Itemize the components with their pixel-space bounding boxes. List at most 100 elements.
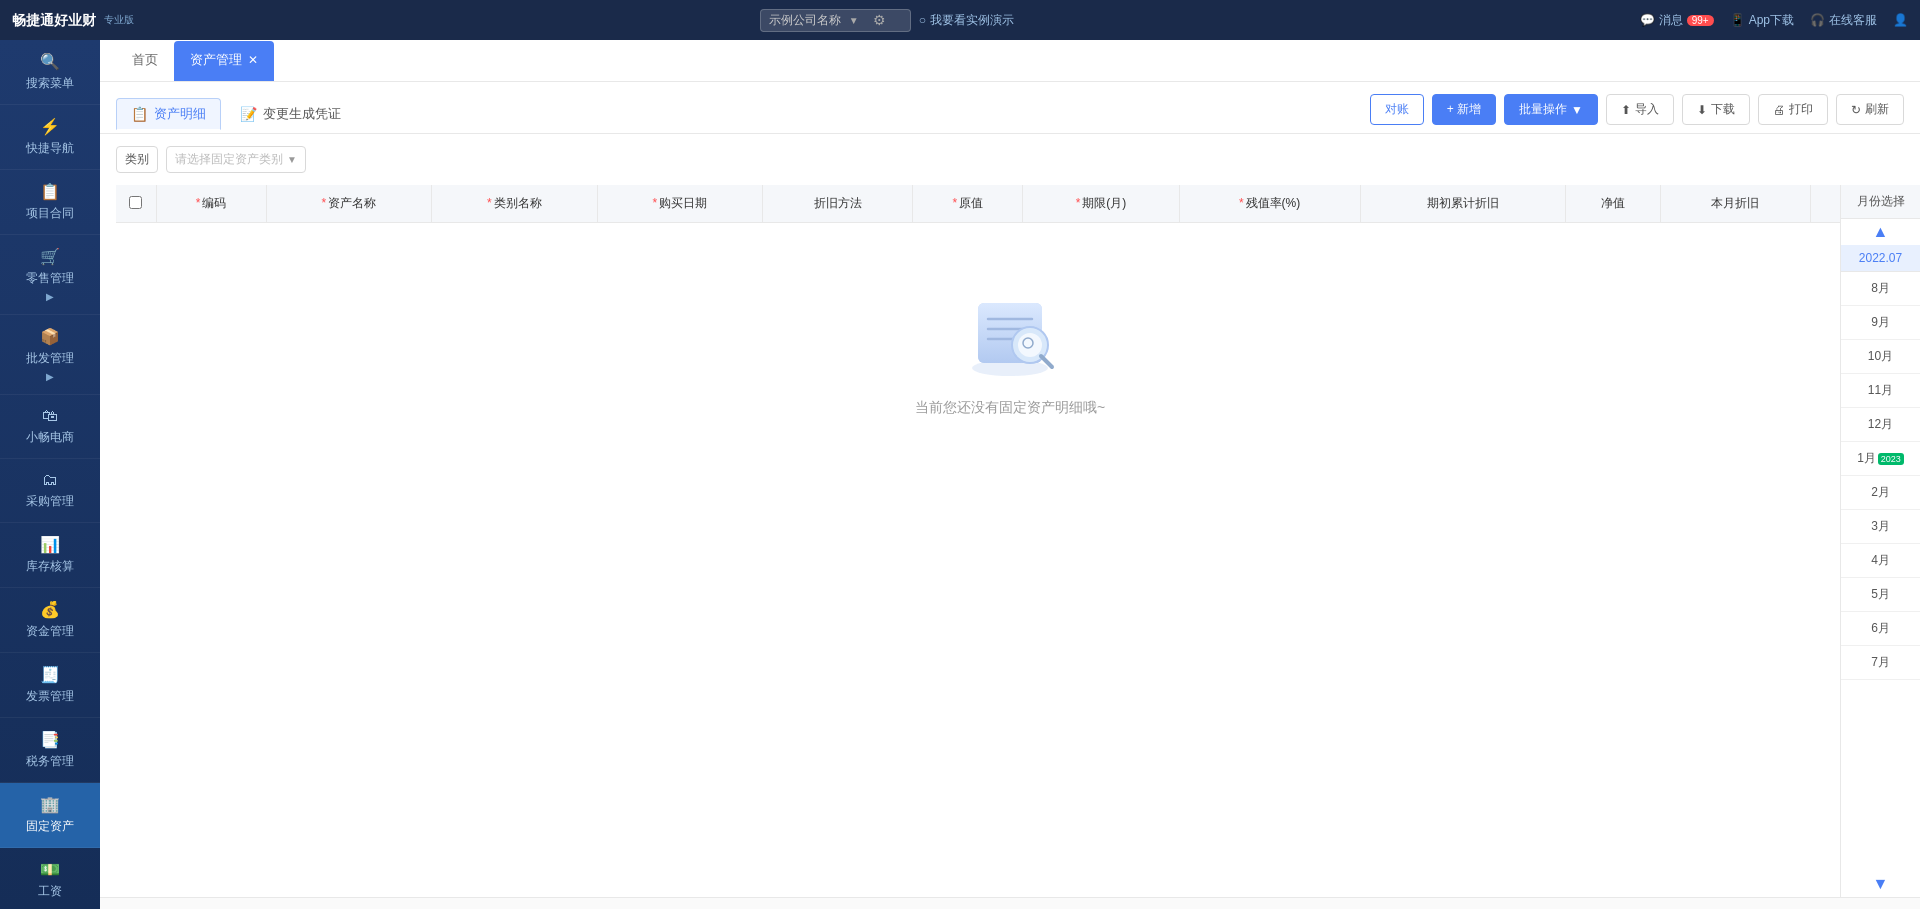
content-area: 首页 资产管理 ✕ 📋 资产明细 📝 变更生成凭证 <box>100 40 1920 909</box>
sidebar-item-project[interactable]: 📋 项目合同 <box>0 170 100 235</box>
online-support-button[interactable]: 🎧 在线客服 <box>1810 12 1877 29</box>
tab-close-icon[interactable]: ✕ <box>248 53 258 67</box>
table-container[interactable]: *编码 *资产名称 *类别名称 *购买日期 折旧方法 *原值 *期限(月) *残… <box>100 185 1920 897</box>
sidebar-item-ecommerce[interactable]: 🛍 小畅电商 <box>0 395 100 459</box>
month-item-4月[interactable]: 4月 <box>1841 544 1920 578</box>
month-item-6月[interactable]: 6月 <box>1841 612 1920 646</box>
sidebar-label-tax: 税务管理 <box>26 753 74 770</box>
sub-tab-asset-detail[interactable]: 📋 资产明细 <box>116 98 221 130</box>
sidebar-icon-search: 🔍 <box>40 52 60 71</box>
sidebar-label-retail: 零售管理 <box>26 270 74 287</box>
month-nav-down[interactable]: ▼ <box>1873 875 1889 893</box>
category-placeholder: 请选择固定资产类别 <box>175 151 283 168</box>
empty-state: 当前您还没有固定资产明细哦~ <box>116 223 1904 477</box>
th-depreciation-method: 折旧方法 <box>763 185 913 223</box>
sidebar-label-project: 项目合同 <box>26 205 74 222</box>
assets-table: *编码 *资产名称 *类别名称 *购买日期 折旧方法 *原值 *期限(月) *残… <box>116 185 1904 223</box>
reconcile-button[interactable]: 对账 <box>1370 94 1424 125</box>
month-list: 8月9月10月11月12月1月20232月3月4月5月6月7月 <box>1841 272 1920 871</box>
sidebar-item-purchase[interactable]: 🗂 采购管理 <box>0 459 100 523</box>
empty-icon <box>950 283 1070 383</box>
main-layout: 🔍 搜索菜单 ⚡ 快捷导航 📋 项目合同 🛒 零售管理 ▶ 📦 批发管理 ▶ 🛍… <box>0 40 1920 909</box>
sidebar-label-salary: 工资 <box>38 883 62 900</box>
page-content: 📋 资产明细 📝 变更生成凭证 对账 + 新增 批量操作 <box>100 82 1920 909</box>
month-item-1月[interactable]: 1月2023 <box>1841 442 1920 476</box>
sidebar-item-quick-nav[interactable]: ⚡ 快捷导航 <box>0 105 100 170</box>
sidebar-item-fixed-assets[interactable]: 🏢 固定资产 <box>0 783 100 848</box>
user-avatar[interactable]: 👤 <box>1893 13 1908 27</box>
tab-home[interactable]: 首页 <box>116 41 174 81</box>
app-download-button[interactable]: 📱 App下载 <box>1730 12 1794 29</box>
month-nav-up[interactable]: ▲ <box>1869 219 1893 245</box>
sidebar-item-finance[interactable]: 💰 资金管理 <box>0 588 100 653</box>
month-panel-year[interactable]: 2022.07 <box>1841 245 1920 272</box>
sidebar-arrow-wholesale: ▶ <box>46 371 54 382</box>
month-item-12月[interactable]: 12月 <box>1841 408 1920 442</box>
month-item-7月[interactable]: 7月 <box>1841 646 1920 680</box>
app-name: 畅捷通好业财 <box>12 12 96 29</box>
company-name: 示例公司名称 <box>769 12 841 29</box>
app-edition: 专业版 <box>104 13 134 27</box>
sidebar-item-invoice[interactable]: 🧾 发票管理 <box>0 653 100 718</box>
sidebar-label-wholesale: 批发管理 <box>26 350 74 367</box>
chevron-down-icon: ▼ <box>849 15 859 26</box>
sidebar-item-search[interactable]: 🔍 搜索菜单 <box>0 40 100 105</box>
settings-icon[interactable]: ⚙ <box>873 12 886 28</box>
sidebar-label-finance: 资金管理 <box>26 623 74 640</box>
reconcile-label: 对账 <box>1385 101 1409 118</box>
batch-label: 批量操作 <box>1519 101 1567 118</box>
top-bar: 畅捷通好业财 专业版 示例公司名称 ▼ ⚙ ○ 我要看实例演示 💬 消息 99+… <box>0 0 1920 40</box>
tab-home-label: 首页 <box>132 51 158 69</box>
mobile-icon: 📱 <box>1730 13 1745 27</box>
empty-text: 当前您还没有固定资产明细哦~ <box>915 399 1105 417</box>
company-selector[interactable]: 示例公司名称 ▼ ⚙ <box>760 9 911 32</box>
bottom-scrollbar[interactable] <box>100 897 1920 909</box>
add-button[interactable]: + 新增 <box>1432 94 1496 125</box>
month-item-10月[interactable]: 10月 <box>1841 340 1920 374</box>
sidebar-item-tax[interactable]: 📑 税务管理 <box>0 718 100 783</box>
add-label: + 新增 <box>1447 101 1481 118</box>
month-item-8月[interactable]: 8月 <box>1841 272 1920 306</box>
category-label: 类别 <box>116 146 158 173</box>
month-item-9月[interactable]: 9月 <box>1841 306 1920 340</box>
user-icon: 👤 <box>1893 13 1908 27</box>
sidebar-icon-project: 📋 <box>40 182 60 201</box>
refresh-button[interactable]: ↻ 刷新 <box>1836 94 1904 125</box>
demo-link[interactable]: ○ 我要看实例演示 <box>919 12 1014 29</box>
sidebar-icon-ecommerce: 🛍 <box>42 407 58 425</box>
month-panel-title: 月份选择 <box>1841 185 1920 219</box>
sub-tab-change-voucher[interactable]: 📝 变更生成凭证 <box>225 98 356 129</box>
tab-asset-mgmt[interactable]: 资产管理 ✕ <box>174 41 274 81</box>
print-button[interactable]: 🖨 打印 <box>1758 94 1828 125</box>
category-select[interactable]: 请选择固定资产类别 ▼ <box>166 146 306 173</box>
top-bar-left: 畅捷通好业财 专业版 <box>12 12 134 29</box>
refresh-icon: ↻ <box>1851 103 1861 117</box>
top-bar-center: 示例公司名称 ▼ ⚙ ○ 我要看实例演示 <box>760 9 1014 32</box>
sidebar-item-inventory[interactable]: 📊 库存核算 <box>0 523 100 588</box>
select-all-checkbox[interactable] <box>129 196 142 209</box>
messages-label: 消息 <box>1659 12 1683 29</box>
sidebar-label-purchase: 采购管理 <box>26 493 74 510</box>
download-icon: ⬇ <box>1697 103 1707 117</box>
sidebar-icon-tax: 📑 <box>40 730 60 749</box>
download-button[interactable]: ⬇ 下载 <box>1682 94 1750 125</box>
sidebar-item-wholesale[interactable]: 📦 批发管理 ▶ <box>0 315 100 395</box>
sidebar-icon-invoice: 🧾 <box>40 665 60 684</box>
batch-button[interactable]: 批量操作 ▼ <box>1504 94 1598 125</box>
month-item-5月[interactable]: 5月 <box>1841 578 1920 612</box>
month-panel: 月份选择 ▲ 2022.07 8月9月10月11月12月1月20232月3月4月… <box>1840 185 1920 897</box>
sidebar-label-invoice: 发票管理 <box>26 688 74 705</box>
messages-button[interactable]: 💬 消息 99+ <box>1640 12 1714 29</box>
th-code: *编码 <box>156 185 266 223</box>
sidebar-item-retail[interactable]: 🛒 零售管理 ▶ <box>0 235 100 315</box>
import-button[interactable]: ⬆ 导入 <box>1606 94 1674 125</box>
sidebar-item-salary[interactable]: 💵 工资 <box>0 848 100 909</box>
th-category-name: *类别名称 <box>432 185 598 223</box>
month-item-2月[interactable]: 2月 <box>1841 476 1920 510</box>
sidebar-icon-quick-nav: ⚡ <box>40 117 60 136</box>
th-net-value: 净值 <box>1566 185 1661 223</box>
month-item-11月[interactable]: 11月 <box>1841 374 1920 408</box>
table-month-wrapper: *编码 *资产名称 *类别名称 *购买日期 折旧方法 *原值 *期限(月) *残… <box>100 185 1920 897</box>
month-item-3月[interactable]: 3月 <box>1841 510 1920 544</box>
sidebar: 🔍 搜索菜单 ⚡ 快捷导航 📋 项目合同 🛒 零售管理 ▶ 📦 批发管理 ▶ 🛍… <box>0 40 100 909</box>
